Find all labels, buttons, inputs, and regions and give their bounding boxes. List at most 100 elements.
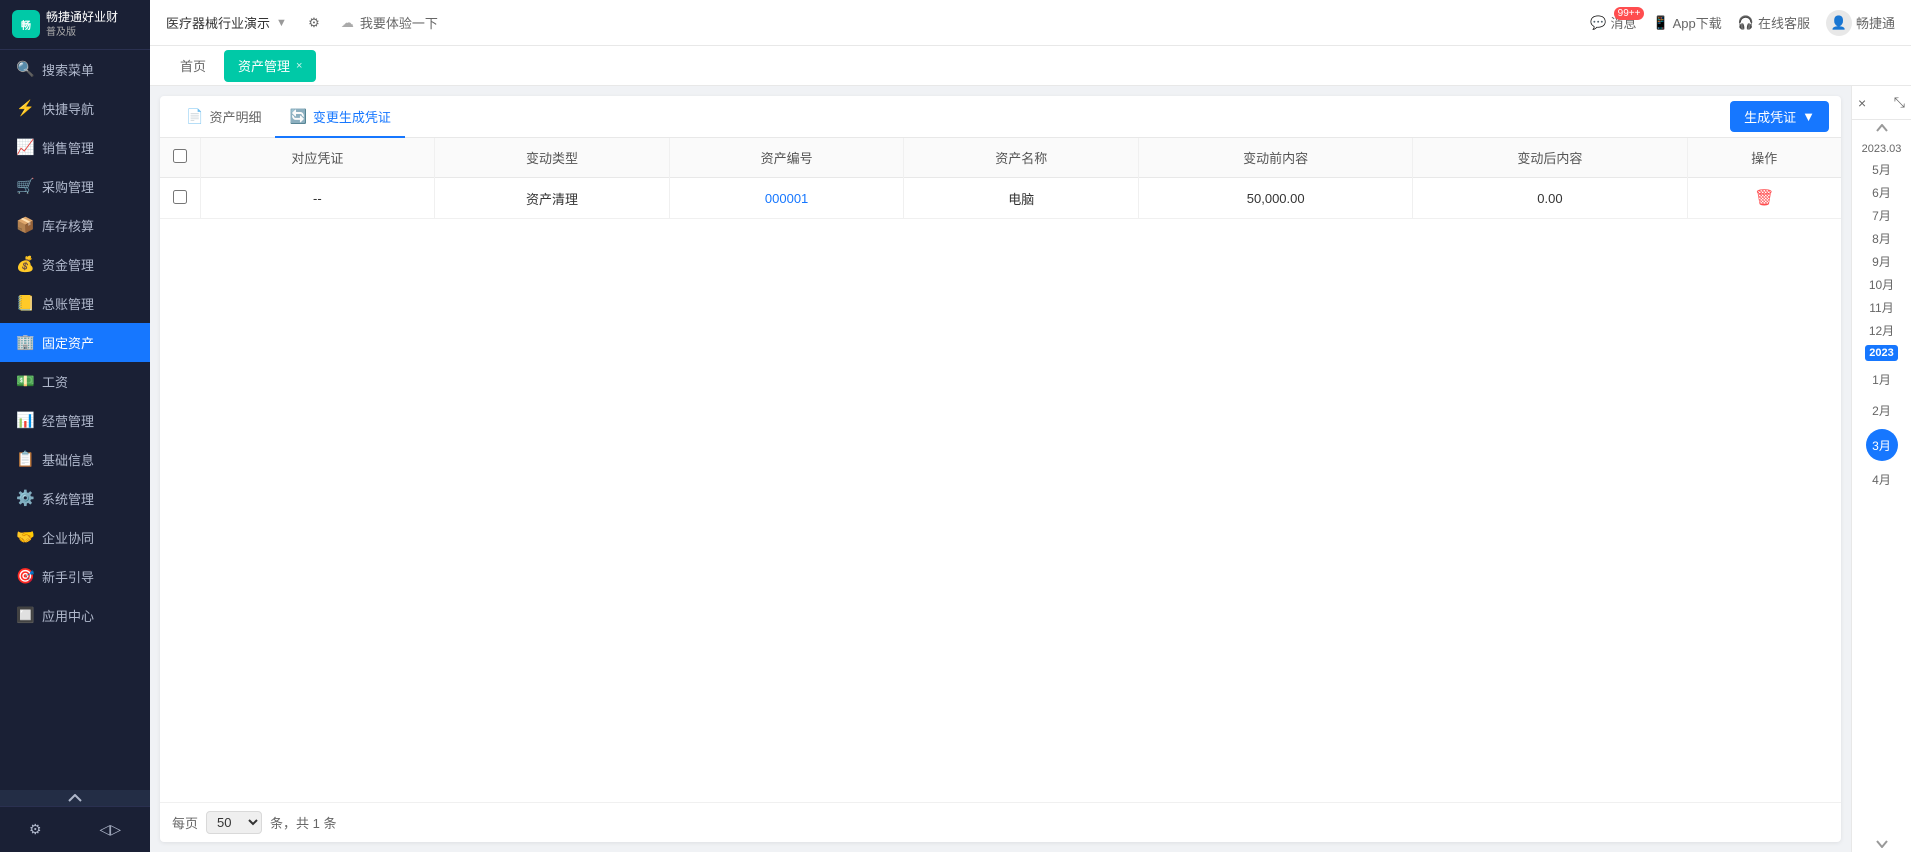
row-asset-no[interactable]: 000001 xyxy=(669,178,904,219)
sidebar-item-basic-info[interactable]: 📋基础信息 xyxy=(0,440,150,479)
app-download-btn[interactable]: 📱 App下载 xyxy=(1652,13,1721,32)
sidebar-label-operations: 经营管理 xyxy=(42,411,94,430)
sidebar-item-funds[interactable]: 💰资金管理 xyxy=(0,245,150,284)
app-download-label: App下载 xyxy=(1673,13,1722,32)
timeline-nav-up[interactable] xyxy=(1852,120,1911,136)
sidebar-label-basic-info: 基础信息 xyxy=(42,450,94,469)
timeline-year-2023: 2023 xyxy=(1852,342,1911,364)
timeline-month-label[interactable]: 1月 xyxy=(1868,367,1895,392)
sidebar-item-enterprise[interactable]: 🤝企业协同 xyxy=(0,518,150,557)
sidebar-item-guide[interactable]: 🎯新手引导 xyxy=(0,557,150,596)
sidebar-item-fixed-assets[interactable]: 🏢固定资产 xyxy=(0,323,150,362)
page-size-select[interactable]: 102050100 xyxy=(206,811,262,834)
sidebar-label-fixed-assets: 固定资产 xyxy=(42,333,94,352)
timeline-month-label: 10月 xyxy=(1869,276,1894,293)
app-icon: 📱 xyxy=(1652,15,1668,31)
company-selector[interactable]: 医疗器械行业演示 ▼ xyxy=(166,13,287,32)
sidebar-item-sales[interactable]: 📈 销售管理 xyxy=(0,128,150,167)
timeline-month[interactable]: 8月 xyxy=(1852,227,1911,250)
delete-btn-0[interactable]: 🗑 xyxy=(1754,188,1774,208)
sidebar-label-sales: 销售管理 xyxy=(42,138,94,157)
th-operation: 操作 xyxy=(1687,138,1841,178)
timeline-month-label: 8月 xyxy=(1872,230,1891,247)
tab-close-btn[interactable]: × xyxy=(296,60,302,72)
sidebar-item-operations[interactable]: 📊经营管理 xyxy=(0,401,150,440)
user-btn[interactable]: 👤 畅捷通 xyxy=(1826,10,1895,36)
online-service-btn[interactable]: 🎧 在线客服 xyxy=(1738,13,1810,32)
row-checkbox-0[interactable] xyxy=(173,190,187,204)
sidebar-label-quick-nav: 快捷导航 xyxy=(42,99,94,118)
timeline-month[interactable]: 5月 xyxy=(1852,158,1911,181)
generate-dropdown-arrow: ▼ xyxy=(1802,109,1815,124)
timeline-expand-btn[interactable]: ⤡ xyxy=(1894,94,1905,111)
timeline-month-2023[interactable]: 4月 xyxy=(1852,464,1911,495)
sidebar-item-search[interactable]: 🔍 搜索菜单 xyxy=(0,50,150,89)
th-change-type: 变动类型 xyxy=(435,138,670,178)
online-service-label: 在线客服 xyxy=(1758,13,1810,32)
sidebar-scroll-up[interactable] xyxy=(0,790,150,806)
sidebar: 畅 畅捷通好业财 普及版 🔍 搜索菜单 ⚡快捷导航 📈 销售管理 🛒采购管理📦库存核算💰资… xyxy=(0,0,150,852)
sidebar-collapse-btn[interactable]: ◁▷ xyxy=(93,815,127,844)
timeline-month-2023[interactable]: 2月 xyxy=(1852,395,1911,426)
generate-voucher-btn[interactable]: 生成凭证 ▼ xyxy=(1730,101,1829,132)
tab-change-voucher-label: 变更生成凭证 xyxy=(313,107,391,126)
service-icon: 🎧 xyxy=(1738,15,1754,31)
message-badge: 99+ xyxy=(1614,7,1645,20)
content-main: 📄 资产明细 🔄 变更生成凭证 生成凭证 ▼ xyxy=(160,96,1841,842)
trial-label: 我要体验一下 xyxy=(360,13,438,32)
timeline-month[interactable]: 6月 xyxy=(1852,181,1911,204)
timeline-current-month[interactable]: 3月 xyxy=(1866,429,1898,461)
sidebar-label-search: 搜索菜单 xyxy=(42,60,94,79)
change-voucher-icon: 🔄 xyxy=(289,108,306,125)
sidebar-item-quick-nav[interactable]: ⚡快捷导航 xyxy=(0,89,150,128)
timeline-month-label: 12月 xyxy=(1869,322,1894,339)
tab-home[interactable]: 首页 xyxy=(166,50,220,82)
sidebar-label-guide: 新手引导 xyxy=(42,567,94,586)
search-icon: 🔍 xyxy=(16,60,34,78)
row-op[interactable]: 🗑 xyxy=(1687,178,1841,219)
sidebar-settings-btn[interactable]: ⚙ xyxy=(23,815,48,844)
trial-btn[interactable]: ☁ 我要体验一下 xyxy=(341,13,438,32)
timeline-nav-down[interactable] xyxy=(1852,836,1911,852)
timeline-panel: × ⤡ 2023.03 5月 6月7月 8月 9月 10月 11月 12月 2023 1月 2月 3… xyxy=(1851,86,1911,852)
sidebar-label-payroll: 工资 xyxy=(42,372,68,391)
inner-tabs: 📄 资产明细 🔄 变更生成凭证 生成凭证 ▼ xyxy=(160,96,1841,138)
settings-btn[interactable]: ⚙ xyxy=(299,8,329,38)
row-change-type: 资产清理 xyxy=(435,178,670,219)
timeline-month[interactable]: 9月 xyxy=(1852,250,1911,273)
sidebar-logo[interactable]: 畅 畅捷通好业财 普及版 xyxy=(0,0,150,50)
sidebar-item-system[interactable]: ⚙️系统管理 xyxy=(0,479,150,518)
timeline-month-label[interactable]: 4月 xyxy=(1868,467,1895,492)
sidebar-label-apps: 应用中心 xyxy=(42,606,94,625)
sidebar-label-inventory: 库存核算 xyxy=(42,216,94,235)
active-tab-label: 资产管理 xyxy=(238,56,290,75)
apps-icon: 🔲 xyxy=(16,606,34,624)
username: 畅捷通 xyxy=(1856,13,1895,32)
message-btn[interactable]: 💬 消息 99+ xyxy=(1590,13,1636,32)
select-all-checkbox[interactable] xyxy=(173,149,187,163)
tab-asset-detail[interactable]: 📄 资产明细 xyxy=(172,96,275,138)
sidebar-item-inventory[interactable]: 📦库存核算 xyxy=(0,206,150,245)
sales-icon: 📈 xyxy=(16,138,34,156)
timeline-year-top-label: 2023.03 xyxy=(1862,143,1902,155)
sidebar-item-purchase[interactable]: 🛒采购管理 xyxy=(0,167,150,206)
sidebar-item-ledger[interactable]: 📒总账管理 xyxy=(0,284,150,323)
payroll-icon: 💵 xyxy=(16,372,34,390)
timeline-month-2023[interactable]: 3月 xyxy=(1852,426,1911,464)
asset-table: 对应凭证 变动类型 资产编号 资产名称 变动前内容 变动后内容 操作 - xyxy=(160,138,1841,219)
timeline-close-btn[interactable]: × xyxy=(1858,95,1866,111)
sidebar-item-payroll[interactable]: 💵 工资 xyxy=(0,362,150,401)
timeline-month-label: 5月 xyxy=(1872,161,1891,178)
tab-change-voucher[interactable]: 🔄 变更生成凭证 xyxy=(275,96,404,138)
ledger-icon: 📒 xyxy=(16,294,34,312)
timeline-month-2023[interactable]: 1月 xyxy=(1852,364,1911,395)
sidebar-item-apps[interactable]: 🔲 应用中心 xyxy=(0,596,150,635)
timeline-month[interactable]: 10月 xyxy=(1852,273,1911,296)
timeline-month-label[interactable]: 2月 xyxy=(1868,398,1895,423)
th-checkbox xyxy=(160,138,200,178)
timeline-month[interactable]: 7月 xyxy=(1852,204,1911,227)
timeline-month[interactable]: 11月 xyxy=(1852,296,1911,319)
row-voucher: -- xyxy=(200,178,435,219)
tab-asset-management[interactable]: 资产管理 × xyxy=(224,50,316,82)
timeline-month[interactable]: 12月 xyxy=(1852,319,1911,342)
